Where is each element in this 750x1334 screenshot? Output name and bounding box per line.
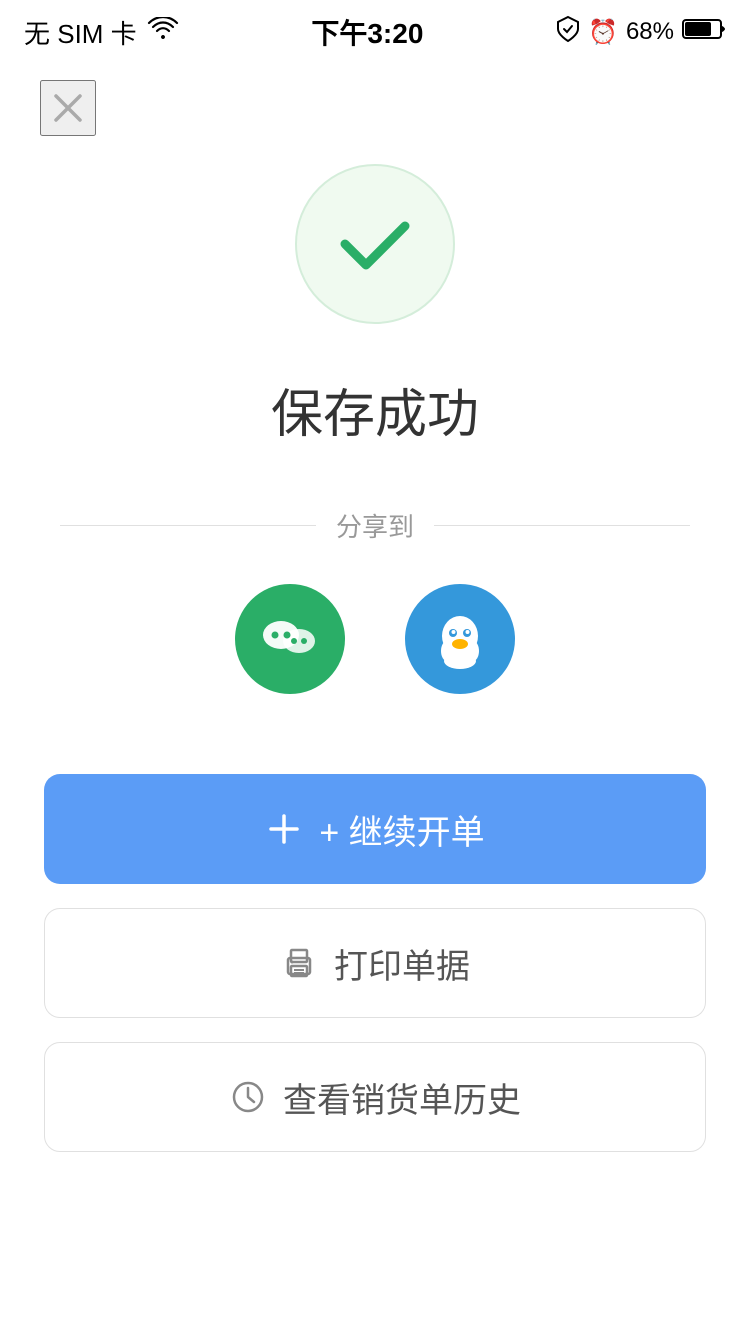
checkmark-icon xyxy=(330,199,420,289)
continue-label: + 继续开单 xyxy=(319,805,484,854)
battery-icon xyxy=(682,17,726,48)
status-left: 无 SIM 卡 xyxy=(24,14,179,51)
share-icons xyxy=(235,584,515,694)
status-bar: 无 SIM 卡 下午3:20 ⏰ 68% xyxy=(0,0,750,64)
alarm-icon: ⏰ xyxy=(588,18,618,47)
share-divider: 分享到 xyxy=(0,507,750,544)
action-buttons: + 继续开单 打印单据 查看销货单历史 xyxy=(0,774,750,1152)
status-time: 下午3:20 xyxy=(311,12,423,52)
continue-button[interactable]: + 继续开单 xyxy=(44,774,706,884)
wifi-icon xyxy=(147,17,179,48)
history-label: 查看销货单历史 xyxy=(283,1073,521,1122)
qq-share-button[interactable] xyxy=(405,584,515,694)
wechat-share-button[interactable] xyxy=(235,584,345,694)
plus-icon xyxy=(265,810,303,848)
status-right: ⏰ 68% xyxy=(556,15,726,50)
battery-percent: 68% xyxy=(626,18,674,46)
divider-line-right xyxy=(434,525,690,526)
success-icon-wrapper xyxy=(295,164,455,324)
history-icon xyxy=(229,1078,267,1116)
success-title: 保存成功 xyxy=(271,372,479,447)
no-sim-text: 无 SIM 卡 xyxy=(24,14,137,51)
divider-line-left xyxy=(60,525,316,526)
close-button[interactable] xyxy=(40,80,96,136)
main-content: 保存成功 分享到 xyxy=(0,64,750,1152)
print-icon xyxy=(280,944,318,982)
history-button[interactable]: 查看销货单历史 xyxy=(44,1042,706,1152)
share-label: 分享到 xyxy=(316,507,434,544)
print-button[interactable]: 打印单据 xyxy=(44,908,706,1018)
print-label: 打印单据 xyxy=(334,939,470,988)
location-icon xyxy=(556,15,580,50)
